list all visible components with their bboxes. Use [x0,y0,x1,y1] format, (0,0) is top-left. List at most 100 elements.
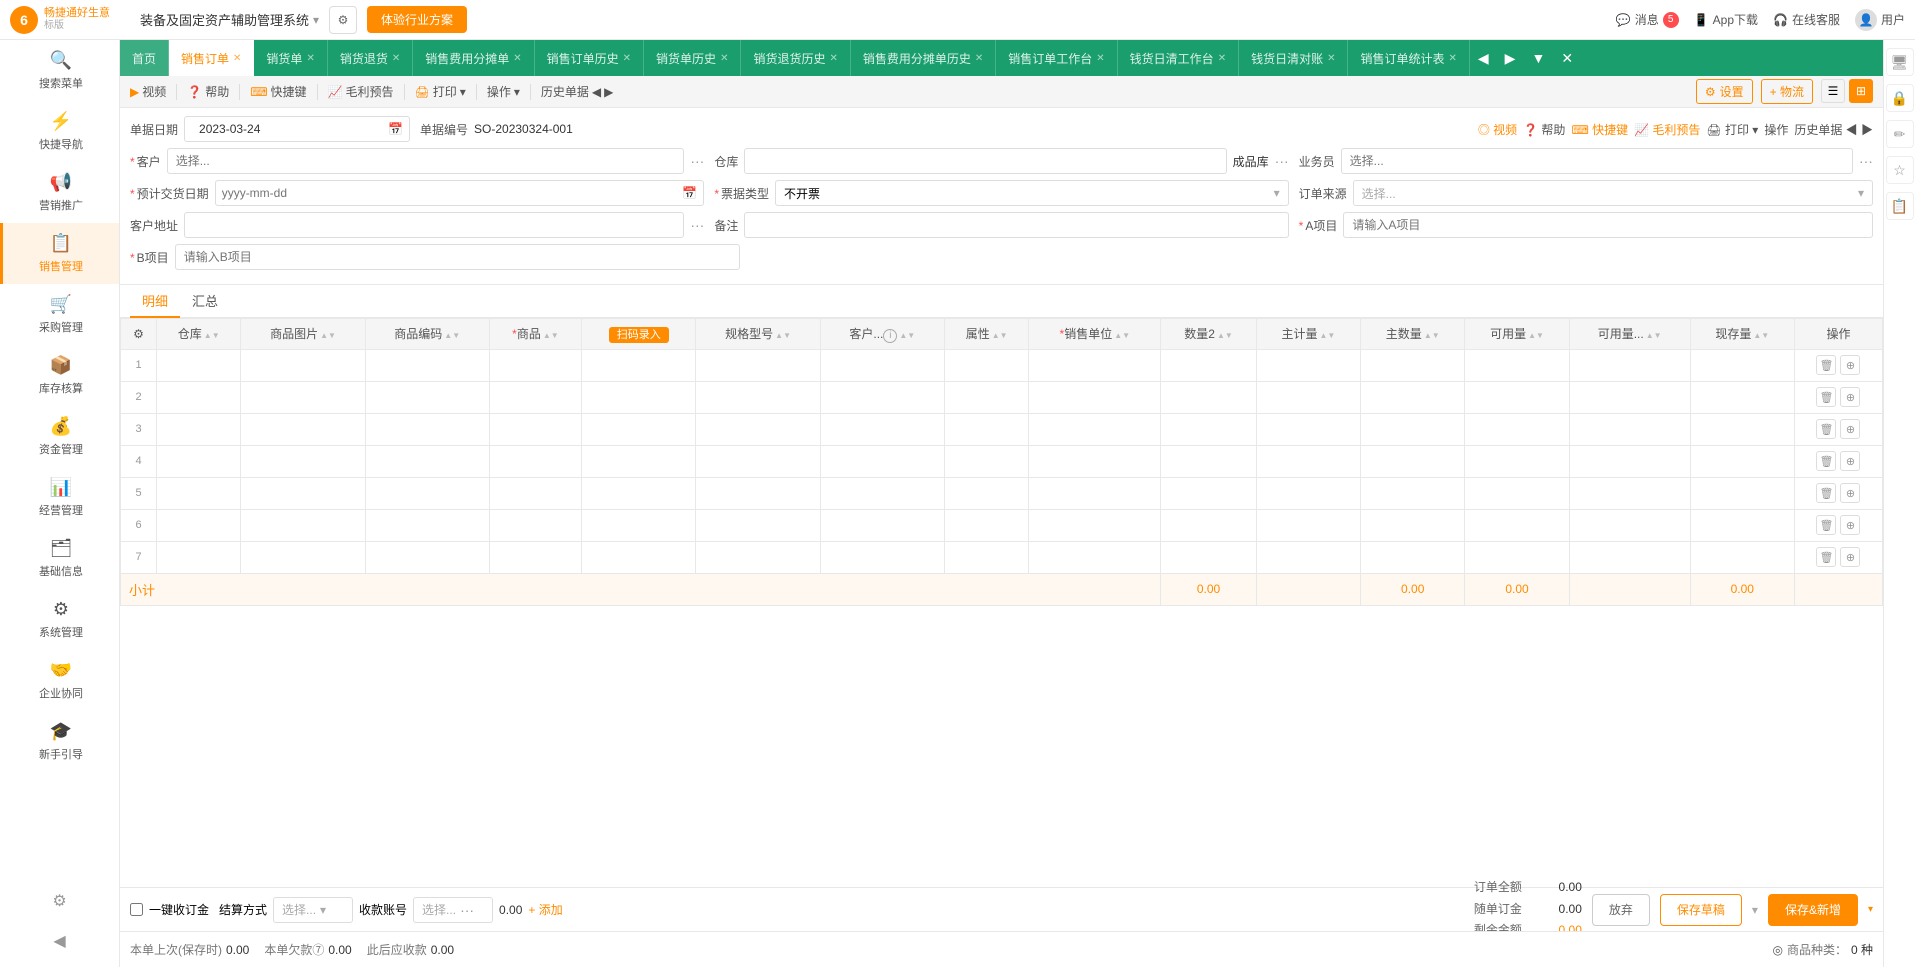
industry-solution-button[interactable]: 体验行业方案 [367,6,467,33]
sidebar-item-finance[interactable]: 💰 资金管理 [0,406,119,467]
row-5-delete-btn[interactable]: 🗑 [1816,483,1836,503]
row-1-available-more[interactable] [1569,349,1690,381]
warehouse-sort[interactable]: ▲▼ [204,332,220,340]
print-dropdown-icon[interactable]: ▾ [460,85,466,99]
customer-address-input[interactable] [184,212,684,238]
row-6-current-qty[interactable] [1690,509,1794,541]
row-1-spec[interactable] [696,349,820,381]
row-4-customer-ref[interactable] [820,445,944,477]
row-6-sales-unit[interactable] [1029,509,1161,541]
project-a-input[interactable] [1343,212,1873,238]
product-code-sort[interactable]: ▲▼ [444,332,460,340]
row-5-spec[interactable] [696,477,820,509]
row-1-warehouse[interactable] [157,349,241,381]
tab-sales-order-stats[interactable]: 销售订单统计表 ✕ [1348,40,1469,76]
row-2-attributes[interactable] [944,381,1028,413]
message-button[interactable]: 💬 消息 5 [1616,11,1679,28]
tab-sales-refund-history[interactable]: 销货退货历史 ✕ [741,40,850,76]
right-panel-clipboard-btn[interactable]: 📋 [1886,192,1914,220]
row-7-delete-btn[interactable]: 🗑 [1816,547,1836,567]
tab-sales-refund[interactable]: 销货退货 ✕ [328,40,413,76]
row-5-copy-btn[interactable]: ⊕ [1840,483,1860,503]
tab-sales-fee-split[interactable]: 销售费用分摊单 ✕ [413,40,534,76]
sales-unit-sort[interactable]: ▲▼ [1114,332,1130,340]
qty2-sort[interactable]: ▲▼ [1217,332,1233,340]
grid-view-button[interactable]: ⊞ [1849,79,1873,103]
row-4-qty2[interactable] [1161,445,1256,477]
row-3-product-code[interactable] [365,413,489,445]
project-b-input[interactable] [175,244,740,270]
tab-sales-order-history[interactable]: 销售订单历史 ✕ [535,40,644,76]
sidebar-item-enterprise[interactable]: 🤝 企业协同 [0,650,119,711]
tab-sales-refund-history-close[interactable]: ✕ [829,53,837,64]
row-7-available-qty[interactable] [1465,541,1569,573]
row-3-customer-ref[interactable] [820,413,944,445]
tab-sales-fee-split-close[interactable]: ✕ [513,53,521,64]
product-image-sort[interactable]: ▲▼ [320,332,336,340]
payment-account-select[interactable]: 选择... ··· [413,897,493,923]
add-payment-button[interactable]: + 添加 [528,901,562,918]
history-nav-next[interactable]: ▶ [604,85,613,99]
sidebar-item-quick-nav[interactable]: ⚡ 快捷导航 [0,101,119,162]
tab-cash-daily-reconcile-close[interactable]: ✕ [1327,53,1335,64]
row-7-qty2[interactable] [1161,541,1256,573]
save-draft-button[interactable]: 保存草稿 [1660,894,1742,926]
row-1-delete-btn[interactable]: 🗑 [1816,355,1836,375]
sidebar-item-basic-info[interactable]: 🗂 基础信息 [0,528,119,589]
row-6-available-qty[interactable] [1465,509,1569,541]
row-6-attributes[interactable] [944,509,1028,541]
row-2-product-code[interactable] [365,381,489,413]
right-panel-screen-btn[interactable]: 🖥 [1886,48,1914,76]
tab-sales-order-close[interactable]: ✕ [233,53,241,64]
row-5-current-qty[interactable] [1690,477,1794,509]
row-2-qty2[interactable] [1161,381,1256,413]
toolbar-settings-button[interactable]: ⚙ 设置 [1696,79,1753,104]
row-2-current-qty[interactable] [1690,381,1794,413]
scan-entry-button[interactable]: 扫码录入 [609,327,669,343]
sidebar-item-operations[interactable]: 📊 经营管理 [0,467,119,528]
row-4-available-qty[interactable] [1465,445,1569,477]
order-source-select[interactable]: 选择... ▾ [1353,180,1873,206]
row-3-qty2[interactable] [1161,413,1256,445]
row-5-sales-unit[interactable] [1029,477,1161,509]
expected-date-input-wrap[interactable]: 📅 [215,180,705,206]
calendar2-icon[interactable]: 📅 [682,186,697,200]
row-4-main-qty[interactable] [1361,445,1465,477]
row-2-warehouse[interactable] [157,381,241,413]
tab-cash-daily-workbench[interactable]: 钱货日清工作台 ✕ [1118,40,1239,76]
current-qty-sort[interactable]: ▲▼ [1753,332,1769,340]
tab-sales-order-workbench[interactable]: 销售订单工作台 ✕ [996,40,1117,76]
save-new-dropdown[interactable]: ▾ [1868,904,1873,915]
customer-input[interactable] [167,148,685,174]
row-2-customer-ref[interactable] [820,381,944,413]
toolbar-actions[interactable]: 操作 ▾ [487,83,520,100]
row-3-attributes[interactable] [944,413,1028,445]
tab-sales-return-history-close[interactable]: ✕ [720,53,728,64]
row-2-delete-btn[interactable]: 🗑 [1816,387,1836,407]
sidebar-item-search[interactable]: 🔍 搜索菜单 [0,40,119,101]
row-4-sales-unit[interactable] [1029,445,1161,477]
tab-sales-fee-history[interactable]: 销售费用分摊单历史 ✕ [851,40,996,76]
tab-summary[interactable]: 汇总 [180,285,230,318]
row-7-product-code[interactable] [365,541,489,573]
column-settings-icon[interactable]: ⚙ [133,327,144,341]
row-5-customer-ref[interactable] [820,477,944,509]
tab-home[interactable]: 首页 [120,40,169,76]
customer-more-icon[interactable]: ··· [690,153,704,169]
row-7-main-unit[interactable] [1256,541,1360,573]
row-7-current-qty[interactable] [1690,541,1794,573]
tab-sales-order-workbench-close[interactable]: ✕ [1096,53,1104,64]
row-7-product-name[interactable] [489,541,581,573]
row-1-main-unit[interactable] [1256,349,1360,381]
row-3-available-qty[interactable] [1465,413,1569,445]
salesperson-more-icon[interactable]: ··· [1859,153,1873,169]
print-link[interactable]: 🖨 打印 ▾ [1706,121,1758,138]
row-5-product-code[interactable] [365,477,489,509]
row-3-sales-unit[interactable] [1029,413,1161,445]
tab-sales-order-stats-close[interactable]: ✕ [1449,53,1457,64]
sidebar-item-sales[interactable]: 📋 销售管理 [0,223,119,284]
view-video-link[interactable]: ◎ 视频 [1478,121,1517,138]
sidebar-item-system[interactable]: ⚙ 系统管理 [0,589,119,650]
row-3-warehouse[interactable] [157,413,241,445]
sidebar-collapse-button[interactable]: ◀ [44,925,76,957]
